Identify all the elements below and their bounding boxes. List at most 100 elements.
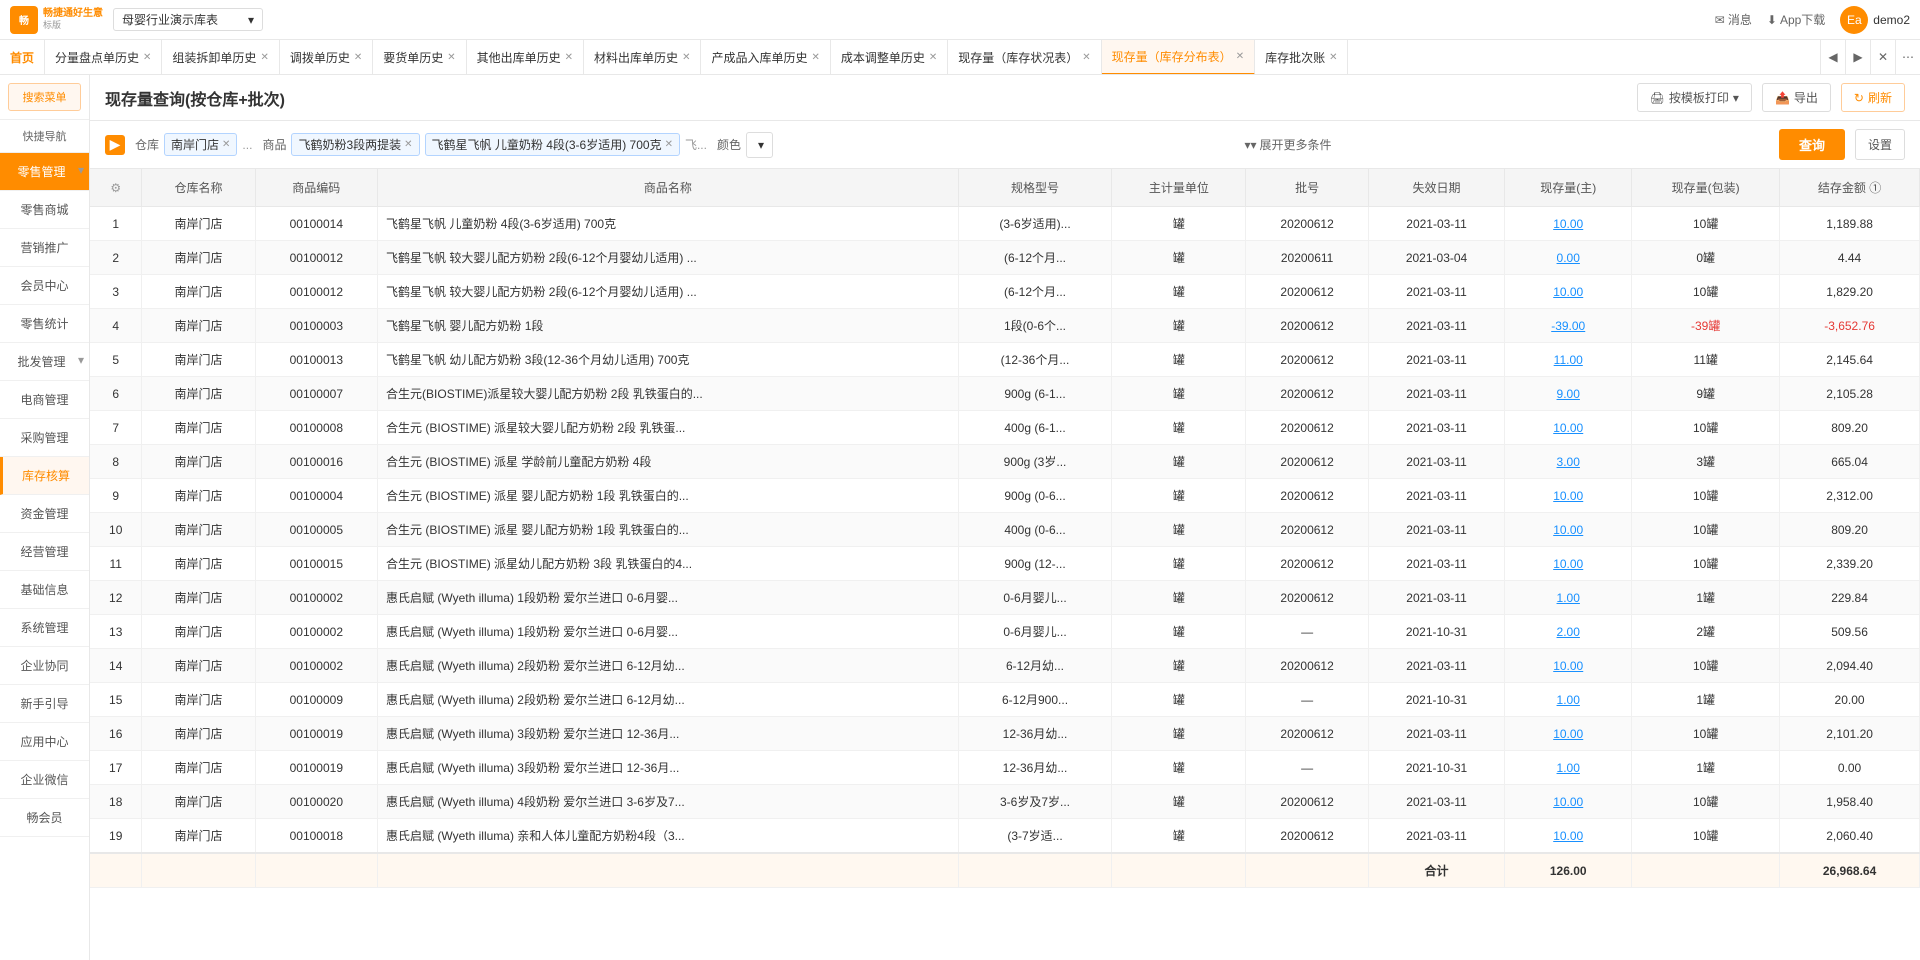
sidebar-item[interactable]: 基础信息 <box>0 571 89 609</box>
export-button[interactable]: 📤 导出 <box>1762 83 1831 112</box>
tab-close-icon[interactable]: ✕ <box>354 52 362 63</box>
table-cell[interactable]: 0.00 <box>1505 241 1632 275</box>
tab-close-icon[interactable]: ✕ <box>1329 52 1337 63</box>
tab-close-icon[interactable]: ✕ <box>682 52 690 63</box>
color-chevron-icon: ▾ <box>758 138 764 152</box>
tab-close-icon[interactable]: ✕ <box>929 52 937 63</box>
table-cell[interactable]: 10.00 <box>1505 479 1632 513</box>
user-menu[interactable]: Ea demo2 <box>1840 6 1910 34</box>
table-cell[interactable]: -39.00 <box>1505 309 1632 343</box>
product-tag-1-remove[interactable]: ✕ <box>404 139 412 150</box>
refresh-button[interactable]: ↻ 刷新 <box>1841 83 1905 112</box>
table-cell[interactable]: 2.00 <box>1505 615 1632 649</box>
warehouse-tag[interactable]: 南岸门店 ✕ <box>164 133 237 156</box>
filter-expand-button[interactable]: ▶ <box>105 135 125 155</box>
setting-button[interactable]: 设置 <box>1855 129 1905 160</box>
tab-diaoboh[interactable]: 调拨单历史 ✕ <box>280 40 373 75</box>
tab-yaohuo[interactable]: 要货单历史 ✕ <box>373 40 466 75</box>
table-cell: 惠氏启赋 (Wyeth illuma) 1段奶粉 爱尔兰进口 0-6月婴... <box>378 615 959 649</box>
tab-xiancunliang-dist[interactable]: 现存量（库存分布表） ✕ <box>1102 40 1255 75</box>
sidebar-item[interactable]: 零售商城 <box>0 191 89 229</box>
tab-cailiaochu[interactable]: 材料出库单历史 ✕ <box>584 40 701 75</box>
sidebar-item[interactable]: 资金管理 <box>0 495 89 533</box>
tab-scroll-right[interactable]: ▶ <box>1845 40 1870 75</box>
tab-zuangzhuai[interactable]: 组装拆卸单历史 ✕ <box>162 40 279 75</box>
col-settings[interactable]: ⚙ <box>90 169 142 207</box>
tab-chancheng[interactable]: 产成品入库单历史 ✕ <box>701 40 830 75</box>
search-menu-button[interactable]: 搜索菜单 <box>8 83 81 111</box>
table-cell[interactable]: 11.00 <box>1505 343 1632 377</box>
tab-chenben[interactable]: 成本调整单历史 ✕ <box>831 40 948 75</box>
query-button[interactable]: 查询 <box>1779 129 1845 160</box>
table-cell[interactable]: 10.00 <box>1505 649 1632 683</box>
color-dropdown[interactable]: ▾ <box>746 132 773 158</box>
tab-xiancunliang-status[interactable]: 现存量（库存状况表） ✕ <box>948 40 1101 75</box>
sidebar-item[interactable]: 系统管理 <box>0 609 89 647</box>
main-layout: 搜索菜单 快捷导航 零售管理▾零售商城营销推广会员中心零售统计批发管理▾电商管理… <box>0 75 1920 960</box>
col-amount: 结存金额 ① <box>1780 169 1920 207</box>
table-cell[interactable]: 3.00 <box>1505 445 1632 479</box>
sidebar-item[interactable]: 新手引导 <box>0 685 89 723</box>
sidebar-item[interactable]: 经营管理 <box>0 533 89 571</box>
table-cell[interactable]: 1.00 <box>1505 683 1632 717</box>
tab-scroll-left[interactable]: ◀ <box>1820 40 1845 75</box>
tab-close-icon[interactable]: ✕ <box>1082 52 1090 63</box>
table-cell: 2021-10-31 <box>1368 615 1504 649</box>
table-cell[interactable]: 10.00 <box>1505 275 1632 309</box>
sidebar-item[interactable]: 会员中心 <box>0 267 89 305</box>
page-title: 现存量查询(按仓库+批次) <box>105 86 285 110</box>
app-download-button[interactable]: ⬇ App下载 <box>1767 11 1825 28</box>
tab-qitachuku[interactable]: 其他出库单历史 ✕ <box>467 40 584 75</box>
sidebar-item[interactable]: 企业微信 <box>0 761 89 799</box>
table-cell[interactable]: 10.00 <box>1505 513 1632 547</box>
sidebar-item[interactable]: 企业协同 <box>0 647 89 685</box>
table-cell: 南岸门店 <box>142 275 255 309</box>
sidebar-item[interactable]: 批发管理▾ <box>0 343 89 381</box>
tab-close-all[interactable]: ✕ <box>1870 40 1895 75</box>
table-cell: 2021-03-11 <box>1368 411 1504 445</box>
table-cell[interactable]: 10.00 <box>1505 717 1632 751</box>
product-tag-2-remove[interactable]: ✕ <box>665 139 673 150</box>
sidebar-item[interactable]: 库存核算 <box>0 457 89 495</box>
tab-close-icon[interactable]: ✕ <box>447 52 455 63</box>
tab-kucun-pici[interactable]: 库存批次账 ✕ <box>1255 40 1348 75</box>
quick-nav-button[interactable]: 快捷导航 <box>0 120 89 153</box>
sidebar-item[interactable]: 采购管理 <box>0 419 89 457</box>
tab-close-icon[interactable]: ✕ <box>811 52 819 63</box>
message-button[interactable]: ✉ 消息 <box>1715 11 1752 28</box>
table-cell[interactable]: 10.00 <box>1505 411 1632 445</box>
tab-fenliang[interactable]: 分量盘点单历史 ✕ <box>45 40 162 75</box>
print-chevron-icon: ▾ <box>1733 91 1739 105</box>
tab-more[interactable]: ⋯ <box>1895 40 1920 75</box>
sidebar-item[interactable]: 营销推广 <box>0 229 89 267</box>
warehouse-remove-icon[interactable]: ✕ <box>222 139 230 150</box>
product-more-icon[interactable]: 飞... <box>685 136 707 153</box>
sidebar-item[interactable]: 畅会员 <box>0 799 89 837</box>
product-tag-1[interactable]: 飞鹤奶粉3段两提装 ✕ <box>291 133 419 156</box>
tab-close-icon[interactable]: ✕ <box>1236 51 1244 62</box>
expand-more-button[interactable]: ▾▾ 展开更多条件 <box>1244 136 1331 153</box>
table-cell: 9罐 <box>1632 377 1780 411</box>
tab-close-icon[interactable]: ✕ <box>260 52 268 63</box>
table-cell[interactable]: 1.00 <box>1505 751 1632 785</box>
tab-home[interactable]: 首页 <box>0 40 45 75</box>
tab-close-icon[interactable]: ✕ <box>565 52 573 63</box>
sidebar-item[interactable]: 应用中心 <box>0 723 89 761</box>
table-cell[interactable]: 10.00 <box>1505 819 1632 854</box>
table-cell[interactable]: 10.00 <box>1505 785 1632 819</box>
product-tag-2[interactable]: 飞鹤星飞帆 儿童奶粉 4段(3-6岁适用) 700克 ✕ <box>425 133 680 156</box>
warehouse-more-icon[interactable]: ... <box>242 138 252 152</box>
tab-close-icon[interactable]: ✕ <box>143 52 151 63</box>
table-cell[interactable]: 9.00 <box>1505 377 1632 411</box>
table-cell[interactable]: 10.00 <box>1505 547 1632 581</box>
sidebar-item[interactable]: 电商管理 <box>0 381 89 419</box>
table-footer-row: 合计126.0026,968.64 <box>90 853 1920 888</box>
print-button[interactable]: 🖨 按模板打印 ▾ <box>1637 83 1752 112</box>
industry-select[interactable]: 母婴行业演示库表 ▾ <box>113 8 263 31</box>
table-cell[interactable]: 1.00 <box>1505 581 1632 615</box>
sidebar-item[interactable]: 零售统计 <box>0 305 89 343</box>
logo-icon: 畅 <box>10 6 38 34</box>
table-cell[interactable]: 10.00 <box>1505 207 1632 241</box>
sidebar-item[interactable]: 零售管理▾ <box>0 153 89 191</box>
table-cell: 南岸门店 <box>142 479 255 513</box>
